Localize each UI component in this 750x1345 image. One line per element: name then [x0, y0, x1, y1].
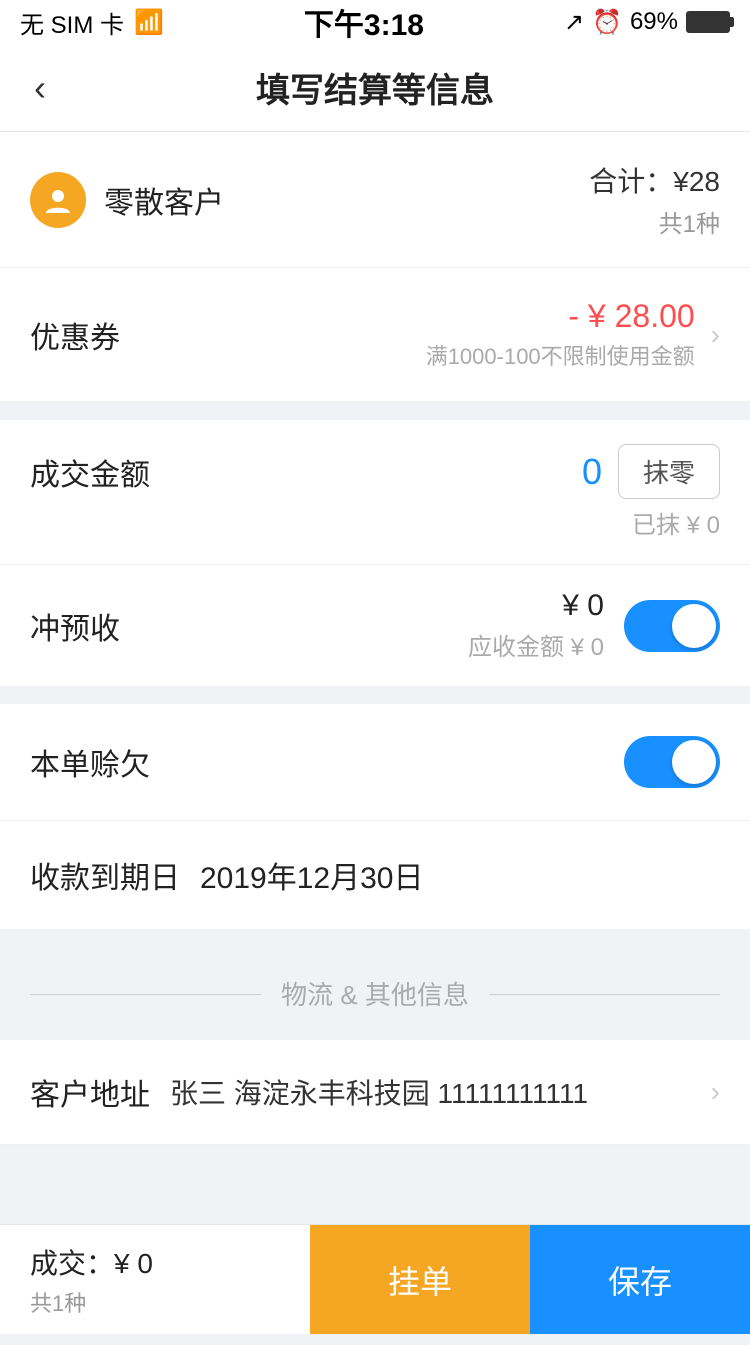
wifi-icon: 📶 — [134, 8, 164, 37]
transaction-section: 成交金额 0 抹零 已抹 ¥ 0 冲预收 ¥ 0 应收金额 ¥ 0 — [0, 420, 750, 686]
precollect-right: ¥ 0 应收金额 ¥ 0 — [468, 589, 720, 662]
content: 零散客户 合计：¥28 共1种 优惠券 - ¥ 28.00 满1000-100不… — [0, 132, 750, 1345]
bottom-transaction: 成交：¥ 0 — [30, 1242, 280, 1282]
coupon-chevron-icon: › — [711, 319, 720, 351]
customer-total: 合计：¥28 — [589, 160, 720, 200]
status-time: 下午3:18 — [304, 0, 424, 44]
debt-label: 本单赊欠 — [30, 740, 150, 784]
bottom-transaction-label: 成交： — [30, 1248, 114, 1279]
amount-top: 成交金额 0 抹零 — [30, 444, 720, 499]
bottom-count: 共1种 — [30, 1286, 280, 1318]
address-label: 客户地址 — [30, 1070, 150, 1114]
customer-name: 零散客户 — [104, 178, 224, 222]
back-button[interactable]: ‹ — [24, 57, 56, 119]
customer-section: 零散客户 合计：¥28 共1种 — [0, 132, 750, 268]
round-button[interactable]: 抹零 — [618, 444, 720, 499]
section-divider-2 — [0, 686, 750, 704]
precollect-toggle-knob — [672, 604, 716, 648]
bottom-bar: 成交：¥ 0 共1种 挂单 保存 — [0, 1224, 750, 1334]
amount-label: 成交金额 — [30, 450, 150, 494]
customer-left: 零散客户 — [30, 172, 224, 228]
precollect-main-value: ¥ 0 — [468, 589, 604, 623]
debt-row: 本单赊欠 — [0, 704, 750, 820]
logistics-label: 物流 & 其他信息 — [261, 975, 489, 1012]
customer-avatar — [30, 172, 86, 228]
amount-row: 成交金额 0 抹零 已抹 ¥ 0 — [0, 420, 750, 565]
customer-count: 共1种 — [589, 204, 720, 239]
nav-bar: ‹ 填写结算等信息 — [0, 44, 750, 132]
location-icon: ↗ — [564, 8, 584, 37]
address-chevron-icon: › — [711, 1076, 720, 1108]
status-left: 无 SIM 卡 📶 — [20, 5, 164, 40]
debt-toggle-knob — [672, 740, 716, 784]
coupon-section: 优惠券 - ¥ 28.00 满1000-100不限制使用金额 › — [0, 268, 750, 402]
coupon-sub: 满1000-100不限制使用金额 — [426, 339, 695, 371]
section-divider-3 — [0, 929, 750, 947]
no-sim-text: 无 SIM 卡 — [20, 5, 124, 40]
logistics-section-header: 物流 & 其他信息 — [0, 947, 750, 1040]
bottom-info: 成交：¥ 0 共1种 — [0, 1225, 310, 1334]
due-date-row[interactable]: 收款到期日 2019年12月30日 — [0, 820, 750, 929]
page-title: 填写结算等信息 — [256, 63, 494, 112]
coupon-label: 优惠券 — [30, 313, 120, 357]
bottom-transaction-value: ¥ 0 — [114, 1248, 153, 1279]
customer-right: 合计：¥28 共1种 — [589, 160, 720, 239]
status-right: ↗ ⏰ 69% — [564, 8, 730, 37]
address-section: 客户地址 张三 海淀永丰科技园 11111111111 › — [0, 1040, 750, 1145]
customer-row[interactable]: 零散客户 合计：¥28 共1种 — [0, 132, 750, 268]
battery-text: 69% — [630, 8, 678, 36]
coupon-discount: - ¥ 28.00 — [426, 298, 695, 335]
amount-sub: 已抹 ¥ 0 — [30, 505, 720, 540]
alarm-icon: ⏰ — [592, 8, 622, 37]
status-bar: 无 SIM 卡 📶 下午3:18 ↗ ⏰ 69% — [0, 0, 750, 44]
section-divider-1 — [0, 402, 750, 420]
coupon-value-block: - ¥ 28.00 满1000-100不限制使用金额 — [426, 298, 695, 371]
precollect-values: ¥ 0 应收金额 ¥ 0 — [468, 589, 604, 662]
precollect-sub-text: 应收金额 ¥ 0 — [468, 627, 604, 662]
debt-section: 本单赊欠 收款到期日 2019年12月30日 — [0, 704, 750, 929]
coupon-row[interactable]: 优惠券 - ¥ 28.00 满1000-100不限制使用金额 › — [0, 268, 750, 402]
save-button[interactable]: 保存 — [530, 1225, 750, 1334]
hang-button[interactable]: 挂单 — [310, 1225, 530, 1334]
precollect-row: 冲预收 ¥ 0 应收金额 ¥ 0 — [0, 565, 750, 686]
amount-right: 0 抹零 — [582, 444, 720, 499]
precollect-label: 冲预收 — [30, 604, 120, 648]
amount-value: 0 — [582, 451, 602, 493]
due-date-value: 2019年12月30日 — [200, 853, 423, 897]
address-row[interactable]: 客户地址 张三 海淀永丰科技园 11111111111 › — [0, 1040, 750, 1145]
address-value: 张三 海淀永丰科技园 11111111111 — [170, 1072, 701, 1112]
debt-toggle[interactable] — [624, 736, 720, 788]
due-date-label: 收款到期日 — [30, 853, 180, 897]
coupon-right: - ¥ 28.00 满1000-100不限制使用金额 › — [426, 298, 720, 371]
precollect-toggle[interactable] — [624, 600, 720, 652]
battery-icon — [686, 11, 730, 33]
